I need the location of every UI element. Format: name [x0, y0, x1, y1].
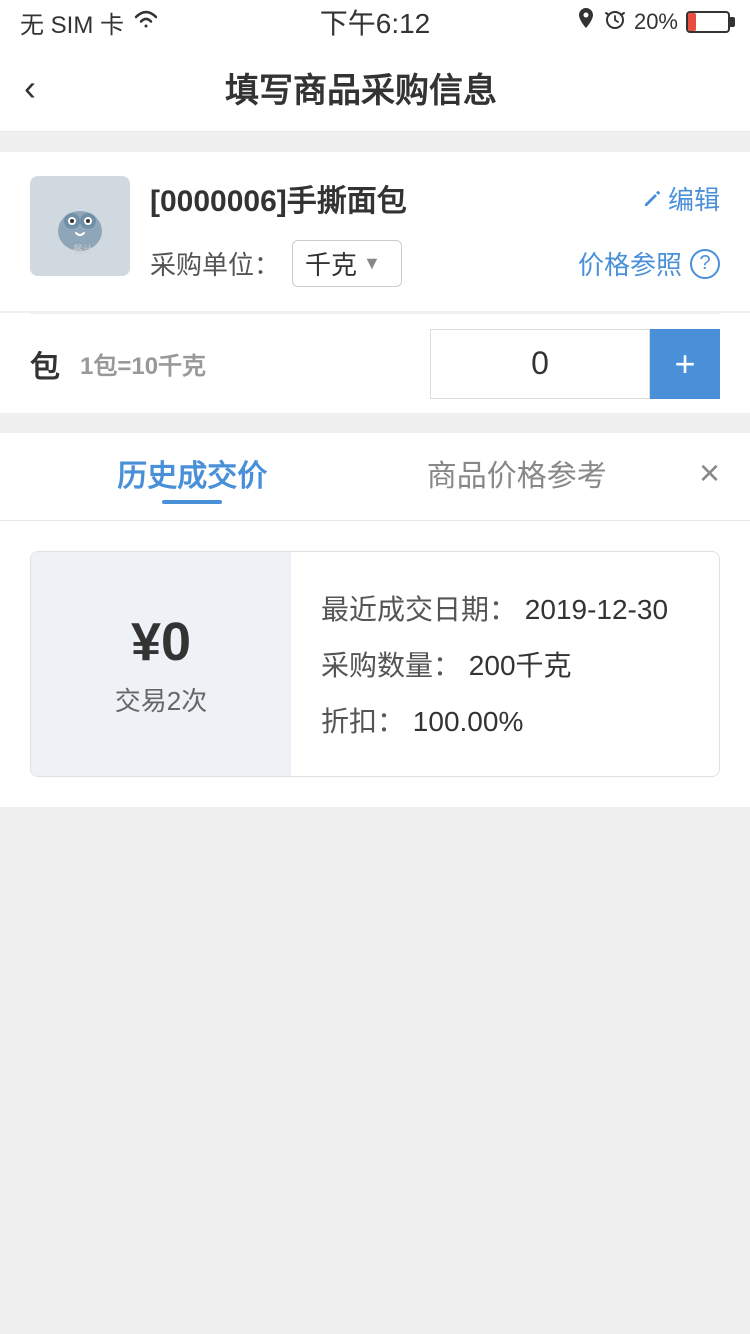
- battery-icon: [686, 11, 730, 33]
- product-card: 餐计 [0000006]手撕面包 编辑 采购单位： 千克: [0, 152, 750, 311]
- network-label: 无 SIM 卡: [20, 5, 124, 40]
- battery-percent: 20%: [634, 9, 678, 35]
- product-full-name: [0000006]手撕面包: [150, 176, 407, 220]
- purchase-qty-label: 采购数量：: [321, 650, 461, 681]
- quantity-unit-label: 包 1包=10千克: [30, 342, 206, 386]
- tab-product-label: 商品价格参考: [427, 460, 607, 493]
- tab-content: ¥0 交易2次 最近成交日期： 2019-12-30 采购数量： 200千克 折…: [0, 521, 750, 807]
- history-price-left: ¥0 交易2次: [31, 552, 291, 776]
- unit-bag-label: 包: [30, 342, 60, 386]
- status-right: 20%: [576, 8, 730, 36]
- discount-row: 折扣： 100.00%: [321, 700, 689, 740]
- tabs-panel: 历史成交价 商品价格参考 × ¥0 交易2次 最近成交日期： 2019-12-3…: [0, 433, 750, 807]
- plus-icon: +: [674, 343, 695, 385]
- edit-button[interactable]: 编辑: [642, 180, 720, 217]
- edit-icon: [642, 187, 664, 209]
- tab-history-label: 历史成交价: [117, 460, 267, 493]
- recent-date-value: 2019-12-30: [525, 594, 668, 625]
- purchase-qty-row: 采购数量： 200千克: [321, 644, 689, 684]
- quantity-value: 0: [531, 345, 549, 382]
- quantity-section: 包 1包=10千克 0 +: [0, 313, 750, 413]
- chevron-down-icon: ▼: [363, 253, 381, 274]
- quantity-plus-button[interactable]: +: [650, 329, 720, 399]
- back-button[interactable]: ‹: [24, 57, 56, 119]
- recent-date-row: 最近成交日期： 2019-12-30: [321, 588, 689, 628]
- history-price-card: ¥0 交易2次 最近成交日期： 2019-12-30 采购数量： 200千克 折…: [30, 551, 720, 777]
- edit-label: 编辑: [668, 180, 720, 217]
- svg-text:餐计: 餐计: [73, 243, 93, 256]
- product-info: [0000006]手撕面包 编辑 采购单位： 千克 ▼: [150, 176, 720, 287]
- unit-conversion-label: 1包=10千克: [80, 346, 206, 381]
- tab-history-price[interactable]: 历史成交价: [30, 451, 354, 503]
- help-icon: ?: [690, 249, 720, 279]
- recent-date-label: 最近成交日期：: [321, 594, 517, 625]
- quantity-controls: 0 +: [430, 329, 720, 399]
- unit-select[interactable]: 千克 ▼: [292, 240, 402, 287]
- discount-label: 折扣：: [321, 706, 405, 737]
- unit-value: 千克: [305, 245, 357, 282]
- status-left: 无 SIM 卡: [20, 5, 160, 40]
- product-thumbnail: 餐计: [30, 176, 130, 276]
- history-price-value: ¥0: [131, 611, 191, 673]
- nav-bar: ‹ 填写商品采购信息: [0, 44, 750, 132]
- history-price-details: 最近成交日期： 2019-12-30 采购数量： 200千克 折扣： 100.0…: [291, 552, 719, 776]
- alarm-icon: [604, 8, 626, 36]
- tabs-close-button[interactable]: ×: [679, 452, 720, 502]
- discount-value: 100.00%: [413, 706, 524, 737]
- unit-label: 采购单位：: [150, 245, 280, 282]
- page-title: 填写商品采购信息: [56, 63, 666, 112]
- price-ref-label: 价格参照: [578, 245, 682, 282]
- purchase-qty-value: 200千克: [469, 650, 572, 681]
- product-logo-icon: 餐计: [45, 191, 115, 261]
- tabs-header: 历史成交价 商品价格参考 ×: [0, 433, 750, 521]
- location-icon: [576, 8, 596, 36]
- wifi-icon: [132, 8, 160, 37]
- status-bar: 无 SIM 卡 下午6:12 20%: [0, 0, 750, 44]
- price-ref-button[interactable]: 价格参照 ?: [578, 245, 720, 282]
- history-trade-count: 交易2次: [115, 681, 207, 718]
- bottom-area: [0, 807, 750, 1207]
- quantity-input[interactable]: 0: [430, 329, 650, 399]
- tab-product-price-ref[interactable]: 商品价格参考: [354, 451, 678, 503]
- status-time: 下午6:12: [320, 2, 431, 42]
